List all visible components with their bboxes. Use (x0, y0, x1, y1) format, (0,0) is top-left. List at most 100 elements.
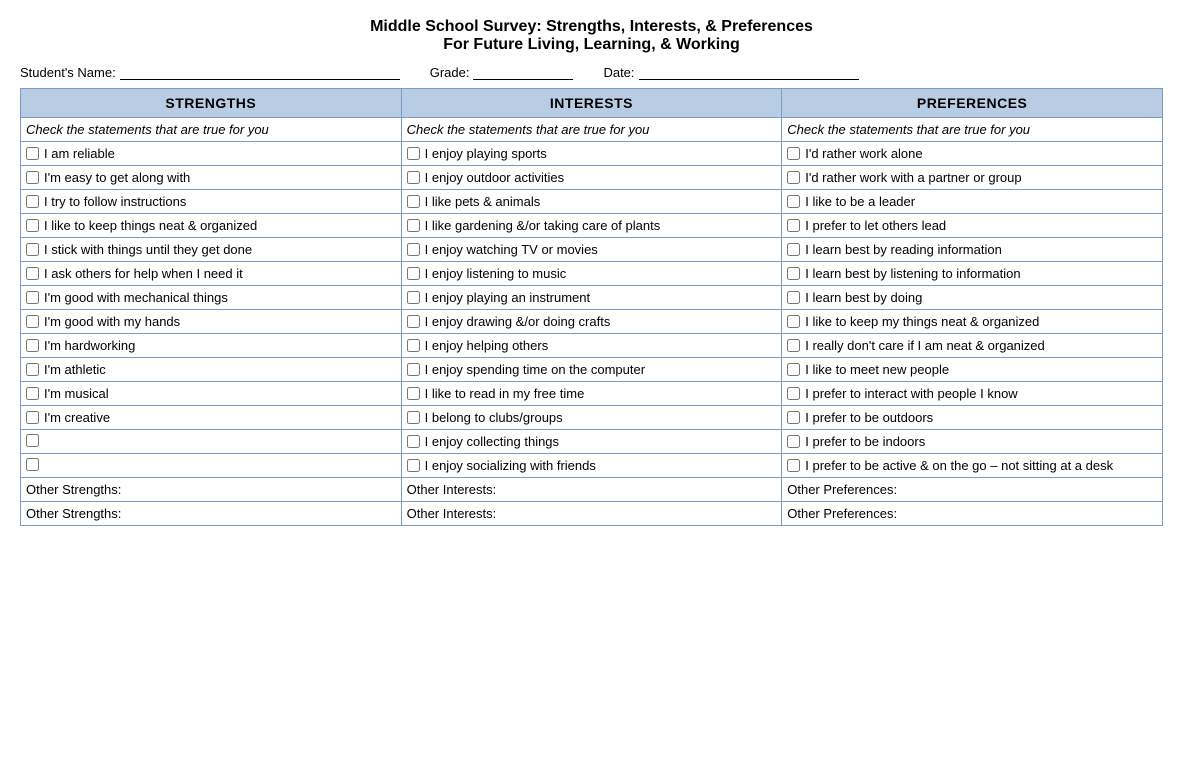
strength-label: I'm creative (44, 410, 110, 425)
checkbox-item: I ask others for help when I need it (26, 265, 396, 282)
preference-checkbox[interactable] (787, 315, 800, 328)
other-preferences-label: Other Preferences: (787, 506, 897, 521)
preference-checkbox[interactable] (787, 243, 800, 256)
strength-label: I'm hardworking (44, 338, 135, 353)
checkbox-item: I like to keep my things neat & organize… (787, 313, 1157, 330)
checkbox-item: I'm hardworking (26, 337, 396, 354)
interest-label: I belong to clubs/groups (425, 410, 563, 425)
checkbox-item: I learn best by doing (787, 289, 1157, 306)
preferences-cell: I prefer to be outdoors (782, 406, 1163, 430)
interest-checkbox[interactable] (407, 243, 420, 256)
checkbox-item: I learn best by listening to information (787, 265, 1157, 282)
preference-label: I like to be a leader (805, 194, 915, 209)
strength-checkbox[interactable] (26, 243, 39, 256)
checkbox-item (26, 433, 396, 448)
checkbox-item: I prefer to let others lead (787, 217, 1157, 234)
preference-checkbox[interactable] (787, 339, 800, 352)
interest-checkbox[interactable] (407, 315, 420, 328)
checkbox-item: I enjoy socializing with friends (407, 457, 777, 474)
preference-checkbox[interactable] (787, 363, 800, 376)
interest-checkbox[interactable] (407, 339, 420, 352)
strengths-cell: I ask others for help when I need it (21, 262, 402, 286)
strength-label: I ask others for help when I need it (44, 266, 243, 281)
other-preferences-label: Other Preferences: (787, 482, 897, 497)
date-label: Date: (603, 65, 634, 80)
checkbox-item (26, 457, 396, 472)
interest-checkbox[interactable] (407, 363, 420, 376)
interests-cell: I enjoy listening to music (401, 262, 782, 286)
preferences-cell: I prefer to let others lead (782, 214, 1163, 238)
other-interests-label: Other Interests: (407, 506, 497, 521)
title-line1: Middle School Survey: Strengths, Interes… (20, 18, 1163, 36)
preference-checkbox[interactable] (787, 459, 800, 472)
preference-label: I'd rather work with a partner or group (805, 170, 1021, 185)
strength-checkbox[interactable] (26, 267, 39, 280)
other-row: Other Strengths: Other Interests: Other Pr… (21, 502, 1163, 526)
preference-label: I prefer to be indoors (805, 434, 925, 449)
preferences-cell: I learn best by reading information (782, 238, 1163, 262)
interest-checkbox[interactable] (407, 435, 420, 448)
title-block: Middle School Survey: Strengths, Interes… (20, 18, 1163, 54)
preference-checkbox[interactable] (787, 387, 800, 400)
interests-cell: I enjoy collecting things (401, 430, 782, 454)
interest-checkbox[interactable] (407, 195, 420, 208)
other-strengths-cell: Other Strengths: (21, 502, 402, 526)
strength-checkbox[interactable] (26, 315, 39, 328)
preference-checkbox[interactable] (787, 267, 800, 280)
preference-checkbox[interactable] (787, 171, 800, 184)
strength-checkbox[interactable] (26, 219, 39, 232)
checkbox-item: I like gardening &/or taking care of pla… (407, 217, 777, 234)
interests-cell: I like gardening &/or taking care of pla… (401, 214, 782, 238)
col-header-strengths: STRENGTHS (21, 89, 402, 118)
preference-checkbox[interactable] (787, 411, 800, 424)
interests-cell: I enjoy playing an instrument (401, 286, 782, 310)
strength-checkbox[interactable] (26, 291, 39, 304)
strengths-cell: I'm athletic (21, 358, 402, 382)
interest-checkbox[interactable] (407, 411, 420, 424)
strength-checkbox[interactable] (26, 458, 39, 471)
interest-checkbox[interactable] (407, 219, 420, 232)
strength-label: I'm musical (44, 386, 109, 401)
checkbox-item: I prefer to be outdoors (787, 409, 1157, 426)
table-row: I'm hardworkingI enjoy helping othersI r… (21, 334, 1163, 358)
interest-checkbox[interactable] (407, 171, 420, 184)
checkbox-item: I enjoy playing an instrument (407, 289, 777, 306)
interest-checkbox[interactable] (407, 267, 420, 280)
checkbox-item: I enjoy spending time on the computer (407, 361, 777, 378)
other-row: Other Strengths:Other Interests:Other Pr… (21, 478, 1163, 502)
strength-checkbox[interactable] (26, 339, 39, 352)
interests-cell: I enjoy drawing &/or doing crafts (401, 310, 782, 334)
checkbox-item: I'd rather work with a partner or group (787, 169, 1157, 186)
strength-checkbox[interactable] (26, 195, 39, 208)
preference-checkbox[interactable] (787, 147, 800, 160)
checkbox-item: I'm creative (26, 409, 396, 426)
preference-checkbox[interactable] (787, 435, 800, 448)
table-row: I'm easy to get along withI enjoy outdoo… (21, 166, 1163, 190)
interests-cell: I belong to clubs/groups (401, 406, 782, 430)
preferences-cell: I'd rather work with a partner or group (782, 166, 1163, 190)
checkbox-item: I like to keep things neat & organized (26, 217, 396, 234)
table-row: I'm good with mechanical things I enjoy p… (21, 286, 1163, 310)
interest-checkbox[interactable] (407, 387, 420, 400)
interest-checkbox[interactable] (407, 291, 420, 304)
table-row: I am reliableI enjoy playing sportsI'd r… (21, 142, 1163, 166)
strength-checkbox[interactable] (26, 147, 39, 160)
strength-checkbox[interactable] (26, 171, 39, 184)
preference-checkbox[interactable] (787, 219, 800, 232)
checkbox-item: I enjoy outdoor activities (407, 169, 777, 186)
interest-checkbox[interactable] (407, 147, 420, 160)
table-row: I ask others for help when I need it I en… (21, 262, 1163, 286)
preference-checkbox[interactable] (787, 291, 800, 304)
checkbox-item: I'm good with mechanical things (26, 289, 396, 306)
strength-checkbox[interactable] (26, 387, 39, 400)
interest-checkbox[interactable] (407, 459, 420, 472)
strength-checkbox[interactable] (26, 363, 39, 376)
strengths-cell: I'm musical (21, 382, 402, 406)
preferences-cell: I'd rather work alone (782, 142, 1163, 166)
strength-checkbox[interactable] (26, 411, 39, 424)
checkbox-item: I'm musical (26, 385, 396, 402)
strength-label: I'm good with mechanical things (44, 290, 228, 305)
strength-label: I stick with things until they get done (44, 242, 252, 257)
preference-checkbox[interactable] (787, 195, 800, 208)
strength-checkbox[interactable] (26, 434, 39, 447)
